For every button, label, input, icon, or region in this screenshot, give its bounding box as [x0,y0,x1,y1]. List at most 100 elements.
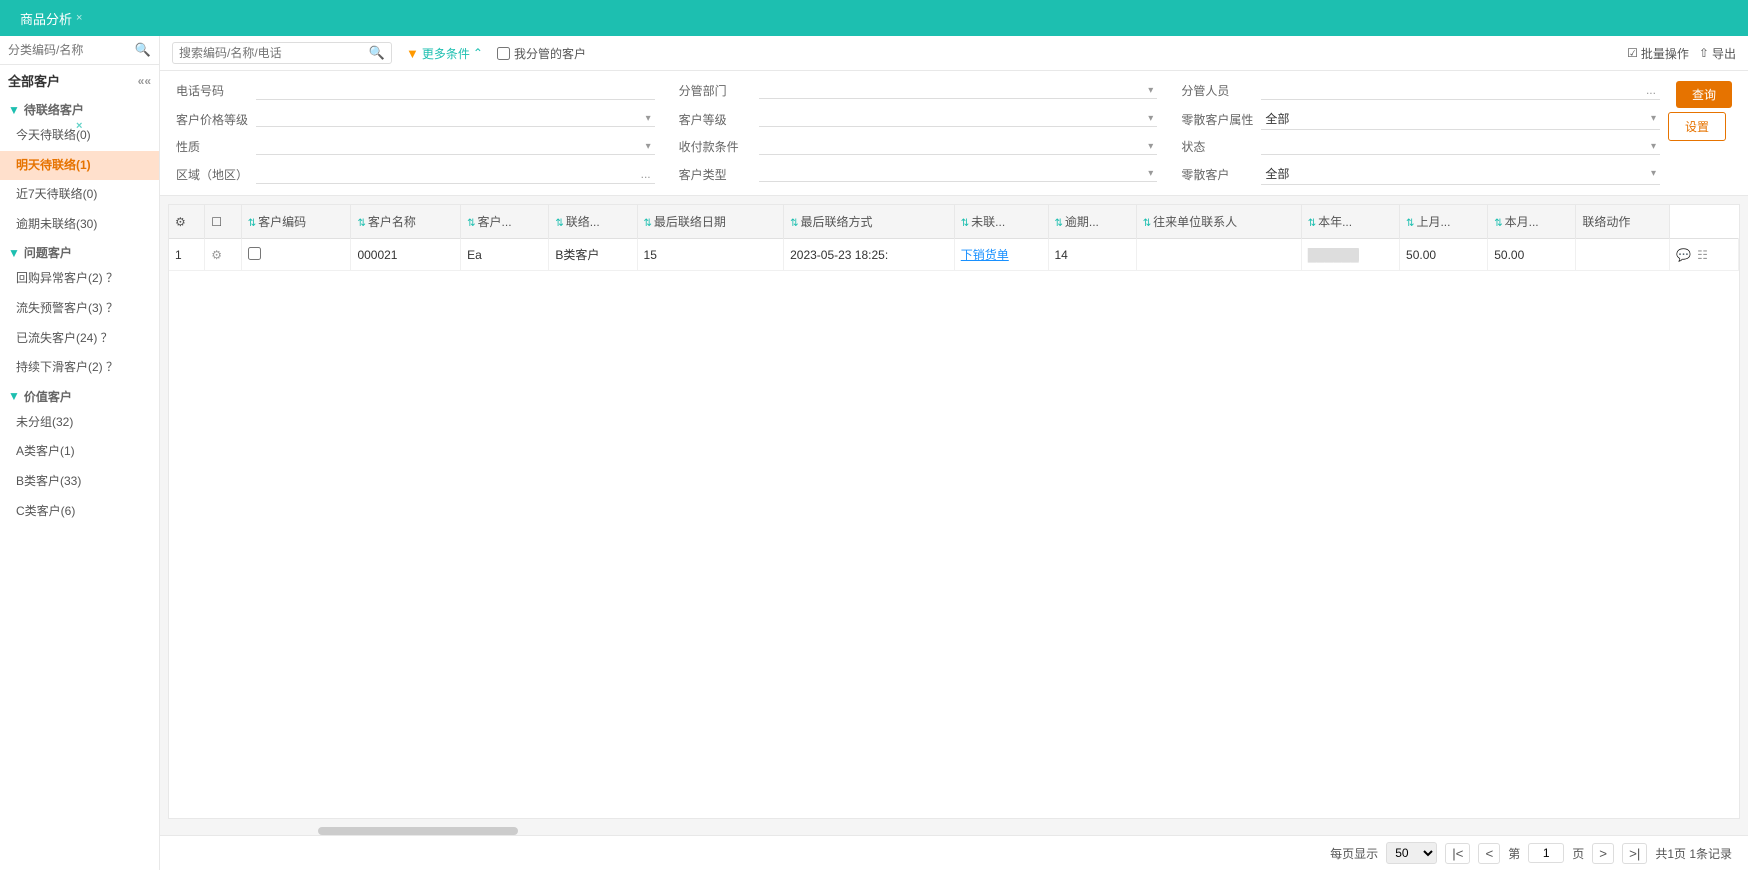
row-checkbox[interactable] [248,247,261,260]
sidebar-item[interactable]: 近7天待联络(0) [0,180,159,210]
sidebar-item[interactable]: 流失预警客户(3) ？ [0,294,159,324]
filter-select-零散客户属性[interactable]: 全部▾ [1261,108,1660,130]
sort-icon: ⇅ [644,218,652,229]
col-header-last_contact_date[interactable]: ⇅最后联络日期 [637,205,784,239]
col-header-actions: 联络动作 [1576,205,1670,239]
query-button[interactable]: 查询 [1676,81,1732,108]
nav-close-icon[interactable]: × [102,48,108,60]
filter-select-零散客户[interactable]: 全部▾ [1261,163,1660,185]
sidebar-all-customers[interactable]: 全部客户 «« [0,65,159,96]
more-filters-button[interactable]: ▼ 更多条件 ⌃ [400,43,489,64]
col-header-contact_count[interactable]: ⇅联络... [549,205,637,239]
cell-type: B类客户 [549,239,637,271]
horizontal-scrollbar[interactable] [168,827,1740,835]
filter-select-客户等级[interactable]: ▾ [759,111,1158,127]
filter-select-分管部门[interactable]: ▾ [759,83,1158,99]
triangle-icon: ▼ [8,103,20,117]
sidebar-item[interactable]: 持续下滑客户(2) ？ [0,353,159,383]
table-row: 1⚙000021EaB类客户152023-05-23 18:25:下销货单14█… [169,239,1739,271]
cell-checkbox[interactable] [241,239,351,271]
sidebar-item[interactable]: A类客户(1) [0,437,159,467]
sidebar-group: ▼价值客户未分组(32)A类客户(1)B类客户(33)C类客户(6) [0,383,159,526]
sidebar-item[interactable]: 逾期未联络(30) [0,210,159,240]
batch-label: 批量操作 [1641,45,1689,62]
sidebar-search-input[interactable] [8,43,135,57]
page-suffix: 页 [1572,845,1584,862]
col-header-overdue[interactable]: ⇅逾期... [1048,205,1136,239]
filter-label: 零散客户属性 [1181,111,1261,128]
sidebar-item[interactable]: 已流失客户(24) ？ [0,324,159,354]
first-page-button[interactable]: |< [1445,843,1470,864]
sidebar-group-title[interactable]: ▼待联络客户 [0,96,159,121]
top-nav: 首页销货单 ×进货单 ×商品分析 ×商品分析列表 ×客户分层经营 ×客户联络 × [0,0,1748,36]
last-page-button[interactable]: >| [1622,843,1647,864]
sort-icon: ⇅ [961,218,969,229]
col-header-this_month[interactable]: ⇅本月... [1488,205,1576,239]
next-page-button[interactable]: > [1592,843,1614,864]
total-records: 共1页 1条记录 [1655,845,1732,862]
page-input[interactable] [1528,843,1564,863]
col-header-company_contact[interactable]: ⇅往来单位联系人 [1136,205,1301,239]
action-icon-2[interactable]: ☷ [1697,248,1708,262]
sidebar-group-title[interactable]: ▼价值客户 [0,383,159,408]
table-footer: 每页显示 50 100 200 |< < 第 页 > >| 共1页 1条记录 [160,835,1748,870]
sort-icon: ⇅ [790,218,798,229]
cell-company_contact: ██████ [1301,239,1399,271]
col-header-this_year[interactable]: ⇅本年... [1301,205,1399,239]
dots-icon: ... [641,167,651,181]
nav-close-icon[interactable]: × [76,120,82,132]
col-header-last_month[interactable]: ⇅上月... [1400,205,1488,239]
table-body: 1⚙000021EaB类客户152023-05-23 18:25:下销货单14█… [169,239,1739,271]
filter-label: 性质 [176,138,256,155]
filter-label: 零散客户 [1181,166,1261,183]
search-input[interactable] [179,46,369,60]
triangle-icon: ▼ [8,246,20,260]
contact-method-link[interactable]: 下销货单 [961,248,1009,262]
nav-close-icon[interactable]: × [76,12,82,24]
chevron-down-icon: ▾ [1148,113,1153,124]
filter-select-分管人员[interactable]: ... [1261,81,1660,100]
action-icon-1[interactable]: 💬 [1676,248,1691,262]
filter-field: 电话号码 [176,81,655,100]
nav-close-icon[interactable]: × [102,84,108,96]
cell-overdue [1136,239,1301,271]
filter-field: 分管部门 ▾ [679,82,1158,99]
nav-item-商品分析[interactable]: 商品分析 × [8,0,120,36]
cell-gear[interactable]: ⚙ [205,239,242,271]
col-header-last_contact_method[interactable]: ⇅最后联络方式 [784,205,955,239]
settings-button[interactable]: 设置 [1668,112,1726,141]
scrollbar-thumb[interactable] [318,827,518,835]
sidebar-item[interactable]: 明天待联络(1) [0,151,159,181]
filter-input-电话号码[interactable] [256,81,655,100]
col-header-type[interactable]: ⇅客户... [461,205,549,239]
filter-field: 零散客户全部▾ [1181,163,1660,185]
filter-select-收付款条件[interactable]: ▾ [759,139,1158,155]
batch-operations-button[interactable]: ☑ 批量操作 [1627,45,1689,62]
sidebar-item[interactable]: 未分组(32) [0,408,159,438]
export-button[interactable]: ⇧ 导出 [1699,45,1736,62]
sort-icon: ⇅ [357,218,365,229]
col-header-name[interactable]: ⇅客户名称 [351,205,461,239]
filter-select-性质[interactable]: ▾ [256,139,655,155]
chevron-down-icon: ▾ [1148,85,1153,96]
sidebar-item[interactable]: 回购异常客户(2) ？ [0,264,159,294]
col-header-code[interactable]: ⇅客户编码 [241,205,351,239]
filter-select-客户类型[interactable]: ▾ [759,166,1158,182]
filter-row: 性质▾收付款条件▾状态▾ [176,138,1660,155]
sort-icon: ⇅ [1494,218,1502,229]
per-page-select[interactable]: 50 100 200 [1386,842,1437,864]
sidebar-group-title[interactable]: ▼问题客户 [0,239,159,264]
filter-select-客户价格等级[interactable]: ▾ [256,111,655,127]
filter-select-状态[interactable]: ▾ [1261,139,1660,155]
filter-label: 区域（地区） [176,166,256,183]
prev-page-button[interactable]: < [1478,843,1500,864]
filter-select-区域（地区）[interactable]: ... [256,165,655,184]
filter-label: 分管部门 [679,82,759,99]
sidebar-item[interactable]: B类客户(33) [0,467,159,497]
per-page-label: 每页显示 [1330,845,1378,862]
my-customers-checkbox[interactable] [497,47,510,60]
sidebar-item[interactable]: C类客户(6) [0,497,159,527]
col-header-uncontacted[interactable]: ⇅未联... [954,205,1048,239]
gear-icon[interactable]: ⚙ [211,248,222,262]
chevron-down-icon: ▾ [646,113,651,124]
